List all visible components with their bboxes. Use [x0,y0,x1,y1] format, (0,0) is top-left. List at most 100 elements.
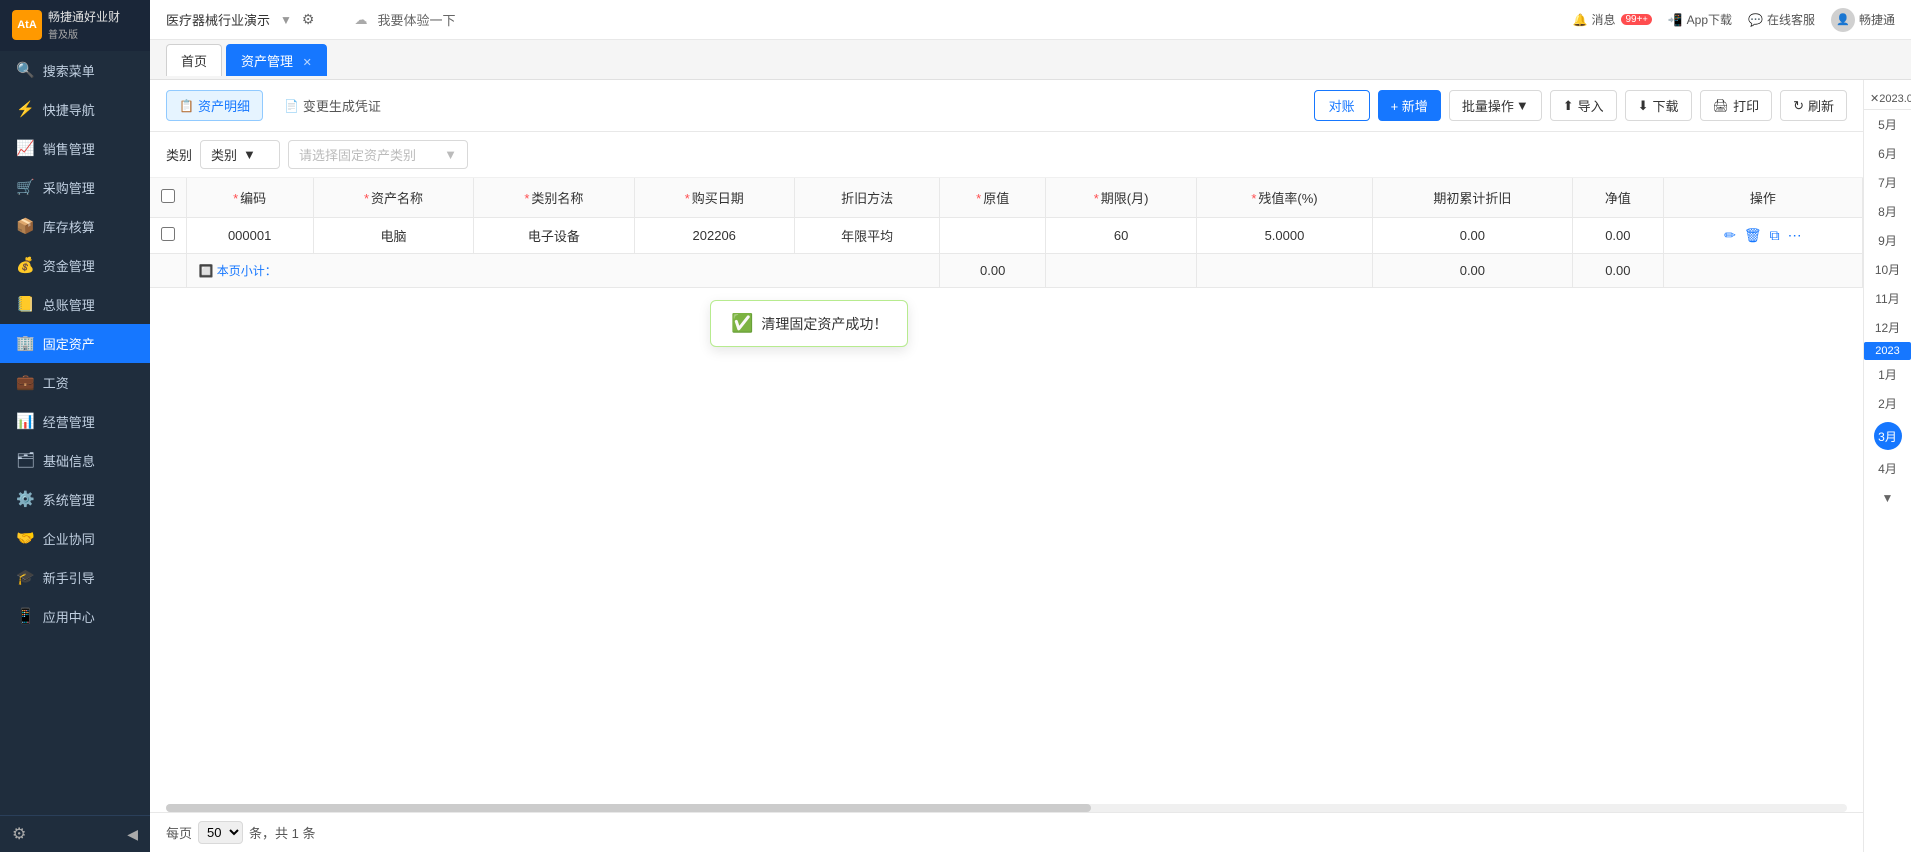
sidebar-item-label: 固定资产 [43,334,95,353]
quicknav-icon: ⚡ [16,100,35,118]
batch-button[interactable]: 批量操作 ▼ [1449,90,1542,121]
category-input[interactable]: 请选择固定资产类别 ▼ [288,140,468,169]
input-chevron-icon: ▼ [444,147,457,162]
table-wrapper[interactable]: *编码 *资产名称 *类别名称 *购买日期 折旧方法 *原值 *期限(月) *残… [150,178,1863,804]
more-icon[interactable]: ⋯ [1788,227,1802,244]
avatar: 👤 [1831,8,1855,32]
sidebar-item-funds[interactable]: 💰 资金管理 [0,246,150,285]
sidebar-item-purchase[interactable]: 🛒 采购管理 [0,168,150,207]
refresh-button[interactable]: ↻ 刷新 [1780,90,1847,121]
content-area: 📋 资产明细 📄 变更生成凭证 对账 + 新增 批量操作 ▼ [150,80,1911,852]
col-header-name: *资产名称 [313,178,473,218]
company-settings-icon[interactable]: ⚙ [302,11,315,28]
rp-month-10[interactable]: 10月 [1864,255,1911,284]
new-button[interactable]: + 新增 [1378,90,1441,121]
rp-month-7[interactable]: 7月 [1864,168,1911,197]
cell-original-value [940,218,1046,254]
table-row: 000001 电脑 电子设备 202206 年限平均 60 5.0000 0.0… [150,218,1863,254]
sidebar-settings-icon[interactable]: ⚙ [12,824,26,844]
rp-month-8[interactable]: 8月 [1864,197,1911,226]
success-popup: ✅ 清理固定资产成功！ [710,300,908,347]
sidebar-item-enterprise[interactable]: 🤝 企业协同 [0,519,150,558]
rp-month-3-active[interactable]: 3月 [1874,422,1902,450]
sidebar-item-system[interactable]: ⚙️ 系统管理 [0,480,150,519]
sidebar-item-ledger[interactable]: 📒 总账管理 [0,285,150,324]
rp-month-12[interactable]: 12月 [1864,313,1911,342]
cell-accumulated: 0.00 [1372,218,1572,254]
col-header-net-value: 净值 [1573,178,1664,218]
rp-month-5[interactable]: 5月 [1864,110,1911,139]
sidebar: AtA 畅捷通好业财 普及版 🔍 搜索菜单 ⚡ 快捷导航 📈 销售管理 🛒 采购… [0,0,150,852]
toolbar: 📋 资产明细 📄 变更生成凭证 对账 + 新增 批量操作 ▼ [150,80,1863,132]
sidebar-item-guide[interactable]: 🎓 新手引导 [0,558,150,597]
select-all-checkbox[interactable] [161,189,175,203]
edit-icon[interactable]: ✏ [1724,227,1736,244]
col-header-accumulated: 期初累计折旧 [1372,178,1572,218]
per-page-select[interactable]: 50 [198,821,243,844]
balance-button[interactable]: 对账 [1314,90,1370,121]
online-service-button[interactable]: 💬 在线客服 [1748,11,1815,28]
col-header-purchase-date: *购买日期 [634,178,794,218]
sidebar-collapse-icon[interactable]: ◀ [127,826,138,843]
col-header-code: *编码 [186,178,313,218]
notification-badge: 99++ [1621,14,1651,25]
sidebar-item-fixedassets[interactable]: 🏢 固定资产 [0,324,150,363]
refresh-icon: ↻ [1793,98,1804,114]
cloud-icon: ☁ [354,12,367,28]
app-download-button[interactable]: 📲 App下载 [1668,11,1732,28]
sidebar-item-inventory[interactable]: 📦 库存核算 [0,207,150,246]
cell-period: 60 [1045,218,1196,254]
rp-months-before: 5月 6月 7月 8月 9月 10月 11月 12月 2023 1月 2月 3月… [1864,110,1911,483]
toolbar-left: 📋 资产明细 📄 变更生成凭证 [166,90,394,121]
tab-assets[interactable]: 资产管理 ✕ [226,44,327,76]
sidebar-item-label: 经营管理 [43,412,95,431]
tab-close-icon[interactable]: ✕ [303,57,312,69]
sub-tab-voucher[interactable]: 📄 变更生成凭证 [271,90,394,121]
horizontal-scrollbar[interactable] [166,804,1847,812]
rp-year-current[interactable]: 2023 [1864,342,1911,360]
delete-icon[interactable]: 🗑 [1744,227,1762,244]
rp-month-11[interactable]: 11月 [1864,284,1911,313]
right-panel-close-icon[interactable]: ✕ [1870,92,1879,105]
assets-table: *编码 *资产名称 *类别名称 *购买日期 折旧方法 *原值 *期限(月) *残… [150,178,1863,288]
cell-name: 电脑 [313,218,473,254]
notifications-button[interactable]: 🔔 消息 99++ [1573,11,1652,28]
cell-net-value: 0.00 [1573,218,1664,254]
sidebar-item-appcenter[interactable]: 📱 应用中心 [0,597,150,636]
sidebar-item-search[interactable]: 🔍 搜索菜单 [0,51,150,90]
rp-month-9[interactable]: 9月 [1864,226,1911,255]
guide-icon: 🎓 [16,568,35,586]
copy-icon[interactable]: ⧉ [1770,227,1780,244]
row-checkbox-cell [150,218,186,254]
right-panel: ✕ 2023.03 ⤢ 5月 6月 7月 8月 9月 10月 11月 12月 2… [1863,80,1911,852]
total-label: 条，共 1 条 [249,823,315,842]
sidebar-item-label: 库存核算 [43,217,95,236]
import-button[interactable]: ⬆ 导入 [1550,90,1617,121]
tab-home[interactable]: 首页 [166,44,222,76]
download-button[interactable]: ⬇ 下载 [1625,90,1692,121]
subtotal-net: 0.00 [1573,254,1664,288]
sidebar-item-basicinfo[interactable]: 🗂 基础信息 [0,441,150,480]
category-select[interactable]: 类别 ▼ [200,140,280,169]
sidebar-item-operations[interactable]: 📊 经营管理 [0,402,150,441]
rp-nav-down-icon[interactable]: ▼ [1882,491,1894,505]
experience-button[interactable]: 我要体验一下 [377,10,455,29]
print-button[interactable]: 🖨 打印 [1700,90,1773,121]
row-checkbox[interactable] [161,227,175,241]
sidebar-item-sales[interactable]: 📈 销售管理 [0,129,150,168]
sidebar-item-quicknav[interactable]: ⚡ 快捷导航 [0,90,150,129]
topbar-left: 医疗器械行业演示 ▼ ⚙ ☁ 我要体验一下 [166,10,455,29]
rp-month-4[interactable]: 4月 [1864,454,1911,483]
service-icon: 💬 [1748,13,1763,27]
rp-month-1[interactable]: 1月 [1864,360,1911,389]
rp-month-6[interactable]: 6月 [1864,139,1911,168]
sidebar-item-label: 企业协同 [43,529,95,548]
filter-row: 类别 类别 ▼ 请选择固定资产类别 ▼ [150,132,1863,178]
rp-month-2[interactable]: 2月 [1864,389,1911,418]
company-chevron-icon[interactable]: ▼ [280,13,292,27]
cell-residual-rate: 5.0000 [1197,218,1373,254]
sub-tab-detail[interactable]: 📋 资产明细 [166,90,263,121]
user-profile[interactable]: 👤 畅捷通 [1831,8,1895,32]
col-header-original-value: *原值 [940,178,1046,218]
sidebar-item-salary[interactable]: 💼 工资 [0,363,150,402]
